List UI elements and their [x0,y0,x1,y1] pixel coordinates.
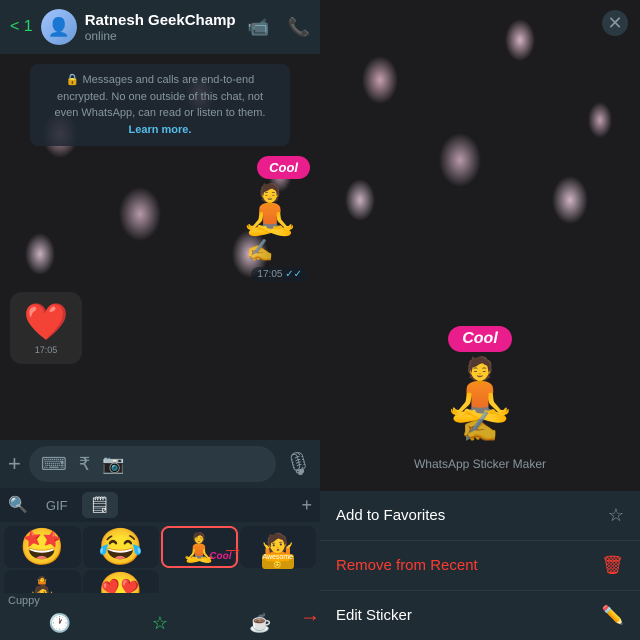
sticker-tabs-bar: 🔍 GIF 🗒 + [0,488,320,522]
sticker-figure: 🧘 ✍ [210,179,310,269]
remove-from-recent-label: Remove from Recent [336,557,478,574]
heart-bubble: ❤️ 17:05 [10,292,82,364]
gif-tab[interactable]: GIF [36,494,78,517]
avatar-left: 👤 [41,9,77,45]
heart-sticker-message: ❤️ 17:05 [10,292,320,364]
sticker-cell-waving[interactable]: 🤷 🤷 [4,570,81,593]
left-chat-panel: < 1 👤 Ratnesh GeekChamp online 📹 📞 🔒 Mes… [0,0,320,640]
person-sticker: 🧘 [240,181,300,238]
heart-time: 17:05 [35,345,58,355]
sticker-pack-label: Cuppy [0,593,320,609]
mic-button[interactable]: 🎙 [284,451,312,477]
contact-status-left: online [85,29,239,43]
edit-icon: ✏️ [602,605,624,626]
cool-message-bubble: Cool [10,156,310,179]
sticker-pack-tab[interactable]: ☕ [249,613,271,634]
sticker-grid: 🤩 😂 🧘 Cool → 🤷 Awesome 😊 🤷 🤷 [0,522,320,593]
sticker-cell-laughing[interactable]: 😂 [83,526,160,568]
avatar-image: 👤 [41,9,77,45]
add-sticker-icon[interactable]: + [301,495,312,516]
sticker-cell-heart-eyes[interactable]: 😍 [83,570,160,593]
input-bar: + ⌨ ₹ 📷 🎙 [0,440,320,488]
sticker-panel: + ⌨ ₹ 📷 🎙 🔍 GIF 🗒 + 🤩 😂 🧘 Cool [0,440,320,640]
sticker-maker-label: WhatsApp Sticker Maker [414,457,546,471]
chat-area-left: 🔒 Messages and calls are end-to-end encr… [0,54,320,440]
header-icons-left: 📹 📞 [247,17,310,38]
add-attachment-button[interactable]: + [8,451,21,477]
sticker-cell-custom[interactable]: 🧘 Cool → [161,526,238,568]
sticker-time: 17:05 ✓✓ [0,267,308,282]
keyboard-icon[interactable]: ⌨ [41,454,67,475]
contact-name-left: Ratnesh GeekChamp [85,12,239,29]
remove-from-recent-item[interactable]: Remove from Recent 🗑 [320,541,640,591]
back-button-left[interactable]: < 1 [10,18,33,36]
edit-sticker-item[interactable]: Edit Sticker ✏️ → [320,591,640,640]
recent-tab[interactable]: 🕐 [49,613,71,634]
context-menu-overlay: ✕ Cool 🧘 ✍ WhatsApp Sticker Maker Add to… [320,0,640,640]
chat-header-left: < 1 👤 Ratnesh GeekChamp online 📹 📞 [0,0,320,54]
close-context-button[interactable]: ✕ [602,10,628,36]
trash-icon: 🗑 [601,555,624,576]
preview-signature: ✍ [461,410,498,445]
header-info-left: Ratnesh GeekChamp online [85,12,239,43]
voice-call-icon-left[interactable]: 📞 [288,17,310,38]
bottom-sticker-tabs: 🕐 ☆ ☕ [0,609,320,640]
sticker-signature: ✍ [210,238,310,264]
search-sticker-icon[interactable]: 🔍 [8,495,28,515]
sticker-cell-awesome[interactable]: 🤷 Awesome 😊 [240,526,317,568]
camera-icon[interactable]: 📷 [102,454,124,475]
video-call-icon-left[interactable]: 📹 [247,17,269,38]
edit-arrow-indicator: → [300,604,320,627]
sticker-message: 🧘 ✍ [0,179,310,269]
sticker-tab-active[interactable]: 🗒 [82,492,118,518]
star-icon: ☆ [608,505,624,526]
rupee-icon[interactable]: ₹ [79,454,90,475]
sticker-preview-area: ✕ Cool 🧘 ✍ WhatsApp Sticker Maker [320,0,640,491]
input-icons: ⌨ ₹ 📷 [41,454,125,475]
add-to-favorites-item[interactable]: Add to Favorites ☆ [320,491,640,541]
heart-emoji: ❤️ [24,301,69,343]
learn-more-link[interactable]: Learn more. [129,124,192,136]
sticker-cell-starstruck[interactable]: 🤩 [4,526,81,568]
sticker-context-menu: Add to Favorites ☆ Remove from Recent 🗑 … [320,491,640,640]
text-input[interactable]: ⌨ ₹ 📷 [29,446,276,482]
encryption-notice: 🔒 Messages and calls are end-to-end encr… [30,64,290,146]
cool-label: Cool [257,156,310,179]
edit-sticker-label: Edit Sticker [336,607,412,624]
right-chat-panel: < 1 👤 Ratnesh GeekChamp online 📹 📞 ✕ Coo… [320,0,640,640]
red-arrow-indicator: → [222,534,244,560]
preview-cool-badge: Cool [448,326,512,352]
add-to-favorites-label: Add to Favorites [336,507,445,524]
favorites-tab[interactable]: ☆ [152,613,168,634]
